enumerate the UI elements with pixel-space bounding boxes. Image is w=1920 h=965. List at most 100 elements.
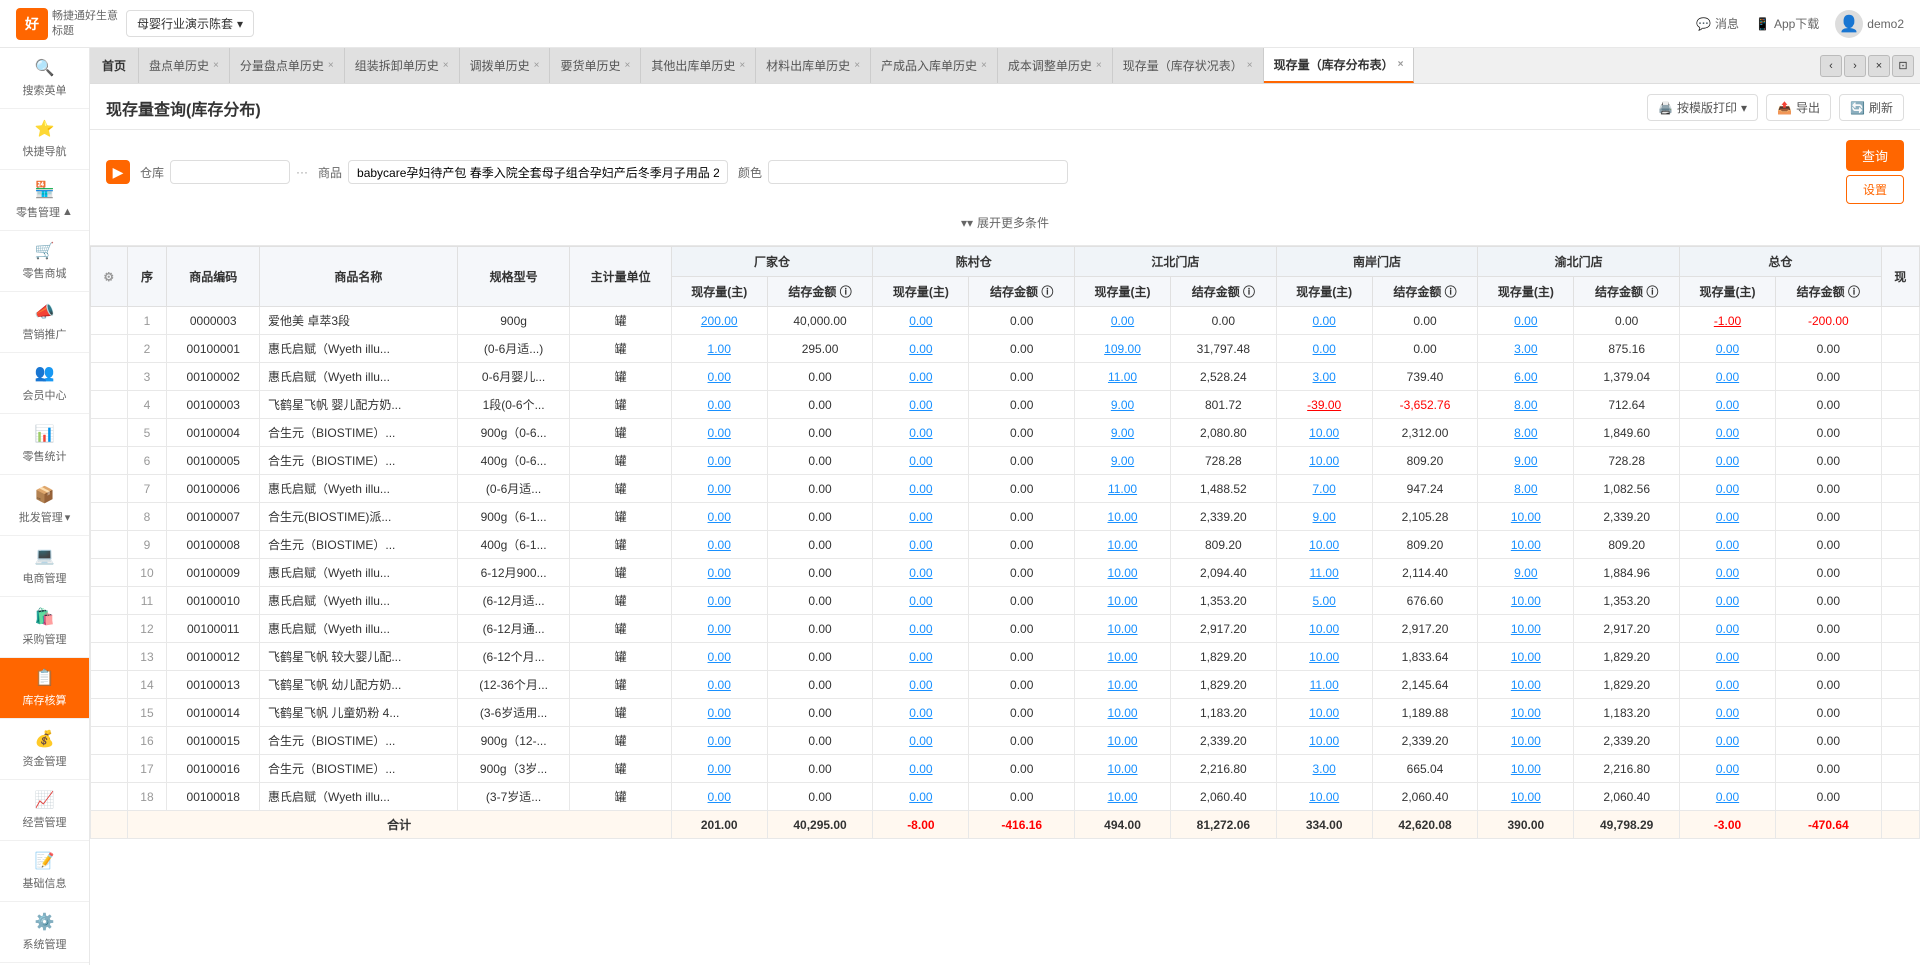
col-jiangbei-amt: 结存金额 ⓘ <box>1171 277 1277 307</box>
store-selector[interactable]: 母婴行业演示陈套 ▾ <box>126 10 254 37</box>
row-code: 00100010 <box>167 587 260 615</box>
warehouse-input[interactable] <box>170 160 290 184</box>
search-icon: 🔍 <box>35 58 55 78</box>
tab-close-icon[interactable]: × <box>854 60 860 71</box>
expand-more-button[interactable]: ▾▾ 展开更多条件 <box>106 210 1904 235</box>
table-row: 5 00100004 合生元（BIOSTIME）... 900g（0-6... … <box>91 419 1920 447</box>
tab-expand-button[interactable]: ⊡ <box>1892 55 1914 77</box>
tab-home[interactable]: 首页 <box>90 48 139 83</box>
tab-finished-in[interactable]: 产成品入库单历史 × <box>871 48 998 83</box>
settings-icon[interactable]: ⚙ <box>103 270 114 284</box>
row-yuzbei-amt: 1,829.20 <box>1574 671 1680 699</box>
refresh-button[interactable]: 🔄 刷新 <box>1839 94 1904 121</box>
row-settings <box>91 699 128 727</box>
row-factory-qty: 0.00 <box>671 391 767 419</box>
row-chen-qty: 0.00 <box>873 447 969 475</box>
row-spec: 0-6月婴儿... <box>457 363 570 391</box>
tab-close-icon[interactable]: × <box>624 60 630 71</box>
col-chen-qty: 现存量(主) <box>873 277 969 307</box>
table-area[interactable]: ⚙ 序 商品编码 商品名称 规格型号 主计量单位 厂家仓 陈村仓 江北门店 南岸… <box>90 246 1920 965</box>
tab-material-out[interactable]: 材料出库单历史 × <box>756 48 871 83</box>
col-nanan-amt: 结存金额 ⓘ <box>1372 277 1478 307</box>
tab-close-icon[interactable]: × <box>739 60 745 71</box>
tab-other-out[interactable]: 其他出库单历史 × <box>641 48 756 83</box>
settings-button[interactable]: 设置 <box>1846 175 1904 204</box>
row-yuzbei-qty: 9.00 <box>1478 559 1574 587</box>
row-chen-qty: 0.00 <box>873 615 969 643</box>
tab-close-icon[interactable]: × <box>534 60 540 71</box>
app-download-action[interactable]: 📱 App下载 <box>1755 15 1819 32</box>
summary-yuzbei-qty: 390.00 <box>1478 811 1574 839</box>
sidebar: 🔍 搜索英单 ⭐ 快捷导航 🏪 零售管理 ▲ 🛒 零售商城 📣 营销推广 👥 会… <box>0 48 90 965</box>
tab-next-button[interactable]: › <box>1844 55 1866 77</box>
filter-toggle-button[interactable]: ▶ <box>106 160 130 184</box>
sidebar-item-retail-mgmt[interactable]: 🏪 零售管理 ▲ <box>0 170 89 231</box>
message-action[interactable]: 💬 消息 <box>1696 15 1739 32</box>
sidebar-item-member[interactable]: 👥 会员中心 <box>0 353 89 414</box>
tab-close-icon[interactable]: × <box>443 60 449 71</box>
sidebar-item-operations[interactable]: 📈 经营管理 <box>0 780 89 841</box>
sidebar-item-basic-info[interactable]: 📝 基础信息 <box>0 841 89 902</box>
tab-inventory-count-branch[interactable]: 分量盘点单历史 × <box>230 48 345 83</box>
sidebar-item-system[interactable]: ⚙️ 系统管理 <box>0 902 89 963</box>
export-button[interactable]: 📤 导出 <box>1766 94 1831 121</box>
row-spec: 1段(0-6个... <box>457 391 570 419</box>
tab-inventory-status[interactable]: 现存量（库存状况表） × <box>1113 48 1264 83</box>
product-input[interactable] <box>348 160 728 184</box>
tab-close-icon[interactable]: × <box>1096 60 1102 71</box>
tab-close-all-button[interactable]: × <box>1868 55 1890 77</box>
row-jiangbei-amt: 801.72 <box>1171 391 1277 419</box>
sidebar-item-retail-stats[interactable]: 📊 零售统计 <box>0 414 89 475</box>
row-code: 00100013 <box>167 671 260 699</box>
row-unit: 罐 <box>570 615 671 643</box>
tab-inventory-dist[interactable]: 现存量（库存分布表） × <box>1264 48 1415 83</box>
row-name: 惠氏启赋（Wyeth illu... <box>260 587 458 615</box>
row-nanan-amt: 2,105.28 <box>1372 503 1478 531</box>
tab-transfer[interactable]: 调拨单历史 × <box>460 48 551 83</box>
member-icon: 👥 <box>35 363 55 383</box>
summary-label: 合计 <box>127 811 671 839</box>
sidebar-item-shortcut[interactable]: ⭐ 快捷导航 <box>0 109 89 170</box>
row-extra <box>1881 615 1919 643</box>
tab-inventory-count[interactable]: 盘点单历史 × <box>139 48 230 83</box>
chevron-up-icon: ▲ <box>62 206 73 218</box>
summary-factory-qty: 201.00 <box>671 811 767 839</box>
sidebar-item-finance[interactable]: 💰 资金管理 <box>0 719 89 780</box>
sidebar-item-wholesale[interactable]: 📦 批发管理 ▾ <box>0 475 89 536</box>
sidebar-item-purchase[interactable]: 🛍️ 采购管理 <box>0 597 89 658</box>
row-chen-qty: 0.00 <box>873 643 969 671</box>
print-button[interactable]: 🖨️ 按模版打印 ▾ <box>1647 94 1758 121</box>
tab-disassembly[interactable]: 组装拆卸单历史 × <box>345 48 460 83</box>
tab-close-icon[interactable]: × <box>1398 59 1404 70</box>
summary-yuzbei-amt: 49,798.29 <box>1574 811 1680 839</box>
row-yuzbei-qty: 10.00 <box>1478 587 1574 615</box>
tab-purchase-order[interactable]: 要货单历史 × <box>550 48 641 83</box>
tab-close-icon[interactable]: × <box>328 60 334 71</box>
sidebar-item-inventory[interactable]: 📋 库存核算 <box>0 658 89 719</box>
sidebar-item-search[interactable]: 🔍 搜索英单 <box>0 48 89 109</box>
sidebar-item-ecommerce[interactable]: 💻 电商管理 <box>0 536 89 597</box>
row-factory-amt: 0.00 <box>767 783 873 811</box>
warehouse-label: 仓库 <box>140 164 164 181</box>
tab-close-icon[interactable]: × <box>981 60 987 71</box>
warehouse-dots[interactable]: ··· <box>296 165 308 179</box>
sidebar-item-marketing[interactable]: 📣 营销推广 <box>0 292 89 353</box>
row-yuzbei-amt: 1,183.20 <box>1574 699 1680 727</box>
tab-close-icon[interactable]: × <box>1247 60 1253 71</box>
row-spec: 900g（3岁... <box>457 755 570 783</box>
row-nanan-amt: 809.20 <box>1372 447 1478 475</box>
tab-cost-adjust[interactable]: 成本调整单历史 × <box>998 48 1113 83</box>
sidebar-item-retail-mall[interactable]: 🛒 零售商城 <box>0 231 89 292</box>
row-yuzbei-amt: 875.16 <box>1574 335 1680 363</box>
user-action[interactable]: 👤 demo2 <box>1835 10 1904 38</box>
query-button[interactable]: 查询 <box>1846 140 1904 171</box>
row-yuzbei-amt: 2,339.20 <box>1574 503 1680 531</box>
row-nanan-qty: 3.00 <box>1276 363 1372 391</box>
color-input[interactable] <box>768 160 1068 184</box>
tab-close-icon[interactable]: × <box>213 60 219 71</box>
row-spec: (3-6岁适用... <box>457 699 570 727</box>
row-index: 12 <box>127 615 167 643</box>
tab-prev-button[interactable]: ‹ <box>1820 55 1842 77</box>
row-unit: 罐 <box>570 699 671 727</box>
row-jiangbei-qty: 9.00 <box>1075 447 1171 475</box>
